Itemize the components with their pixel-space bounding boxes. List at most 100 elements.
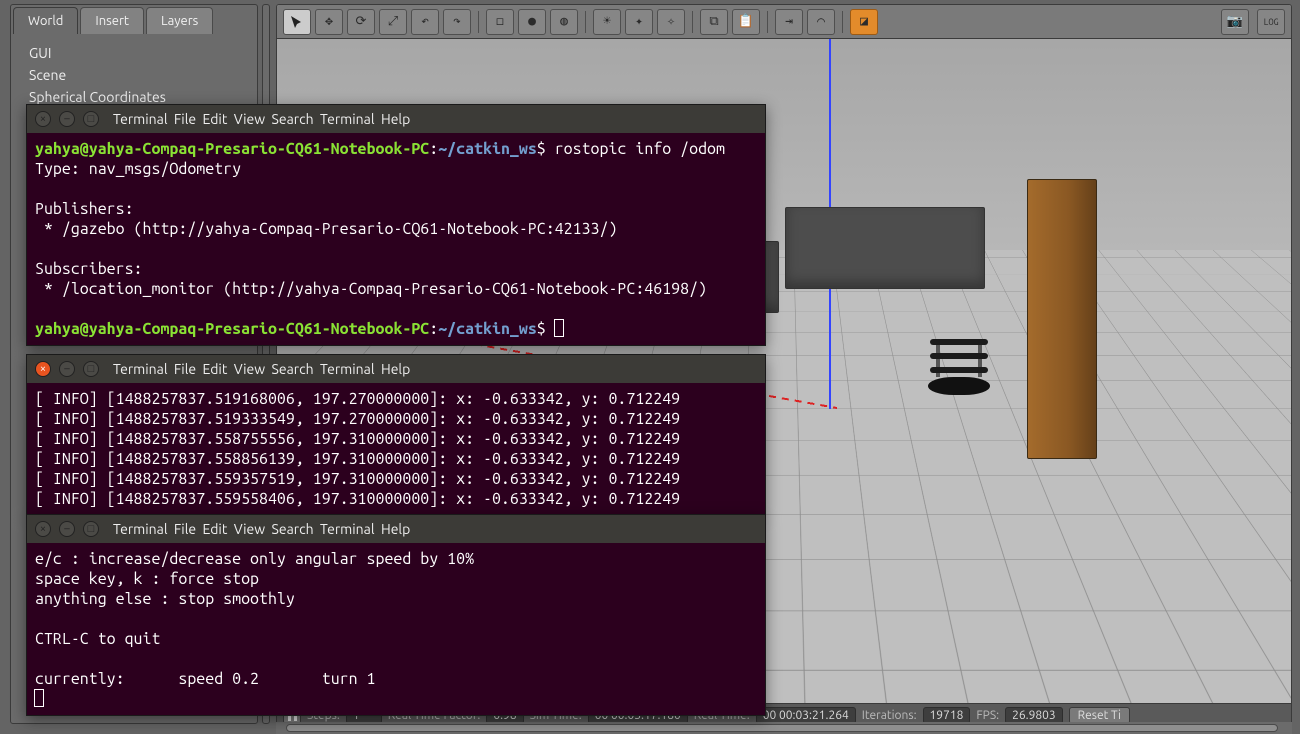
tab-world[interactable]: World xyxy=(13,7,78,34)
tool-cube[interactable]: ◻ xyxy=(486,9,514,35)
tool-rotate[interactable]: ⟳ xyxy=(347,9,375,35)
out-sub-hdr: Subscribers: xyxy=(35,260,143,278)
menu-search[interactable]: Search xyxy=(272,361,314,377)
out-pub-hdr: Publishers: xyxy=(35,200,134,218)
text-cursor xyxy=(35,690,43,706)
prompt-path: ~/catkin_ws xyxy=(438,140,537,158)
tool-snap[interactable]: ⌒ xyxy=(807,9,835,35)
status-line: currently: speed 0.2 turn 1 xyxy=(35,670,376,688)
menu-terminal2[interactable]: Terminal xyxy=(320,361,375,377)
maximize-icon[interactable]: □ xyxy=(83,521,99,537)
tool-sun[interactable]: ☀ xyxy=(593,9,621,35)
toolbar-sep xyxy=(767,11,768,33)
tree-item-gui[interactable]: GUI xyxy=(29,42,251,64)
tool-sphere[interactable]: ● xyxy=(518,9,546,35)
bottom-scrollbar[interactable] xyxy=(276,722,1292,734)
titlebar[interactable]: × – □ Terminal File Edit View Search Ter… xyxy=(27,355,765,383)
terminal-rostopic: × – □ Terminal File Edit View Search Ter… xyxy=(26,104,766,346)
menu-terminal2[interactable]: Terminal xyxy=(320,111,375,127)
help-line: space key, k : force stop xyxy=(35,570,259,588)
minimize-icon[interactable]: – xyxy=(59,521,75,537)
scrollbar-thumb[interactable] xyxy=(286,724,1278,732)
terminal-location-monitor: × – □ Terminal File Edit View Search Ter… xyxy=(26,354,766,516)
menu-terminal[interactable]: Terminal xyxy=(113,521,168,537)
menu-edit[interactable]: Edit xyxy=(203,111,228,127)
fps-label: FPS: xyxy=(976,709,999,722)
menu-view[interactable]: View xyxy=(234,521,265,537)
tree-item-scene[interactable]: Scene xyxy=(29,64,251,86)
menu-help[interactable]: Help xyxy=(381,111,410,127)
terminal-menubar: Terminal File Edit View Search Terminal … xyxy=(113,111,410,127)
menu-file[interactable]: File xyxy=(174,521,196,537)
maximize-icon[interactable]: □ xyxy=(83,361,99,377)
close-icon[interactable]: × xyxy=(35,361,51,377)
menu-edit[interactable]: Edit xyxy=(203,361,228,377)
terminal-body[interactable]: [ INFO] [1488257837.519168006, 197.27000… xyxy=(27,383,765,515)
tool-undo[interactable]: ↶ xyxy=(411,9,439,35)
prompt-dollar: $ xyxy=(537,140,546,158)
close-icon[interactable]: × xyxy=(35,521,51,537)
menu-help[interactable]: Help xyxy=(381,361,410,377)
menu-edit[interactable]: Edit xyxy=(203,521,228,537)
help-line: e/c : increase/decrease only angular spe… xyxy=(35,550,474,568)
menu-search[interactable]: Search xyxy=(272,521,314,537)
menu-search[interactable]: Search xyxy=(272,111,314,127)
tool-redo[interactable]: ↷ xyxy=(443,9,471,35)
tool-move[interactable]: ✥ xyxy=(315,9,343,35)
tool-align[interactable]: ⇥ xyxy=(775,9,803,35)
cabinet-model[interactable] xyxy=(1027,179,1097,459)
out-type: Type: nav_msgs/Odometry xyxy=(35,160,241,178)
terminal-body[interactable]: e/c : increase/decrease only angular spe… xyxy=(27,543,765,715)
side-panel-tabs: World Insert Layers xyxy=(11,5,257,34)
log-line: [ INFO] [1488257837.558755556, 197.31000… xyxy=(35,430,680,448)
close-icon[interactable]: × xyxy=(35,111,51,127)
iter-label: Iterations: xyxy=(862,709,917,722)
text-cursor xyxy=(555,320,563,336)
tool-spot[interactable]: ✦ xyxy=(625,9,653,35)
terminal-menubar: Terminal File Edit View Search Terminal … xyxy=(113,361,410,377)
tab-insert[interactable]: Insert xyxy=(80,7,144,34)
out-pub: * /gazebo (http://yahya-Compaq-Presario-… xyxy=(35,220,617,238)
menu-file[interactable]: File xyxy=(174,361,196,377)
menu-help[interactable]: Help xyxy=(381,521,410,537)
terminal-body[interactable]: yahya@yahya-Compaq-Presario-CQ61-Noteboo… xyxy=(27,133,765,345)
camera-icon[interactable]: 📷 xyxy=(1221,9,1249,35)
tool-paste[interactable]: 📋 xyxy=(732,9,760,35)
titlebar[interactable]: × – □ Terminal File Edit View Search Ter… xyxy=(27,515,765,543)
toolbar-sep xyxy=(478,11,479,33)
tool-cylinder[interactable]: ◍ xyxy=(550,9,578,35)
menu-view[interactable]: View xyxy=(234,361,265,377)
prompt-user: yahya@yahya-Compaq-Presario-CQ61-Noteboo… xyxy=(35,320,429,338)
log-line: [ INFO] [1488257837.519168006, 197.27000… xyxy=(35,390,680,408)
prompt-user: yahya@yahya-Compaq-Presario-CQ61-Noteboo… xyxy=(35,140,429,158)
log-line: [ INFO] [1488257837.558856139, 197.31000… xyxy=(35,450,680,468)
tool-point[interactable]: ✧ xyxy=(657,9,685,35)
maximize-icon[interactable]: □ xyxy=(83,111,99,127)
menu-terminal[interactable]: Terminal xyxy=(113,361,168,377)
tool-copy[interactable]: ⧉ xyxy=(700,9,728,35)
toolbar-sep xyxy=(692,11,693,33)
log-line: [ INFO] [1488257837.519333549, 197.27000… xyxy=(35,410,680,428)
menu-view[interactable]: View xyxy=(234,111,265,127)
prompt-sep: : xyxy=(429,140,438,158)
titlebar[interactable]: × – □ Terminal File Edit View Search Ter… xyxy=(27,105,765,133)
cmd-text: rostopic info /odom xyxy=(555,140,725,158)
jersey-barrier-1[interactable] xyxy=(785,207,985,289)
tool-scale[interactable]: ⤢ xyxy=(379,9,407,35)
minimize-icon[interactable]: – xyxy=(59,361,75,377)
minimize-icon[interactable]: – xyxy=(59,111,75,127)
menu-terminal2[interactable]: Terminal xyxy=(320,521,375,537)
menu-terminal[interactable]: Terminal xyxy=(113,111,168,127)
terminal-teleop: × – □ Terminal File Edit View Search Ter… xyxy=(26,514,766,716)
tool-pointer[interactable] xyxy=(283,9,311,35)
toolbar-sep xyxy=(842,11,843,33)
viewport-toolbar: ✥ ⟳ ⤢ ↶ ↷ ◻ ● ◍ ☀ ✦ ✧ ⧉ 📋 ⇥ ⌒ ◪ 📷 LOG xyxy=(277,5,1291,39)
help-line: anything else : stop smoothly xyxy=(35,590,295,608)
tool-highlight[interactable]: ◪ xyxy=(850,9,878,35)
menu-file[interactable]: File xyxy=(174,111,196,127)
tab-layers[interactable]: Layers xyxy=(146,7,213,34)
log-icon[interactable]: LOG xyxy=(1257,9,1285,35)
prompt-dollar: $ xyxy=(537,320,546,338)
turtlebot-model[interactable] xyxy=(922,315,996,395)
out-sub: * /location_monitor (http://yahya-Compaq… xyxy=(35,280,707,298)
